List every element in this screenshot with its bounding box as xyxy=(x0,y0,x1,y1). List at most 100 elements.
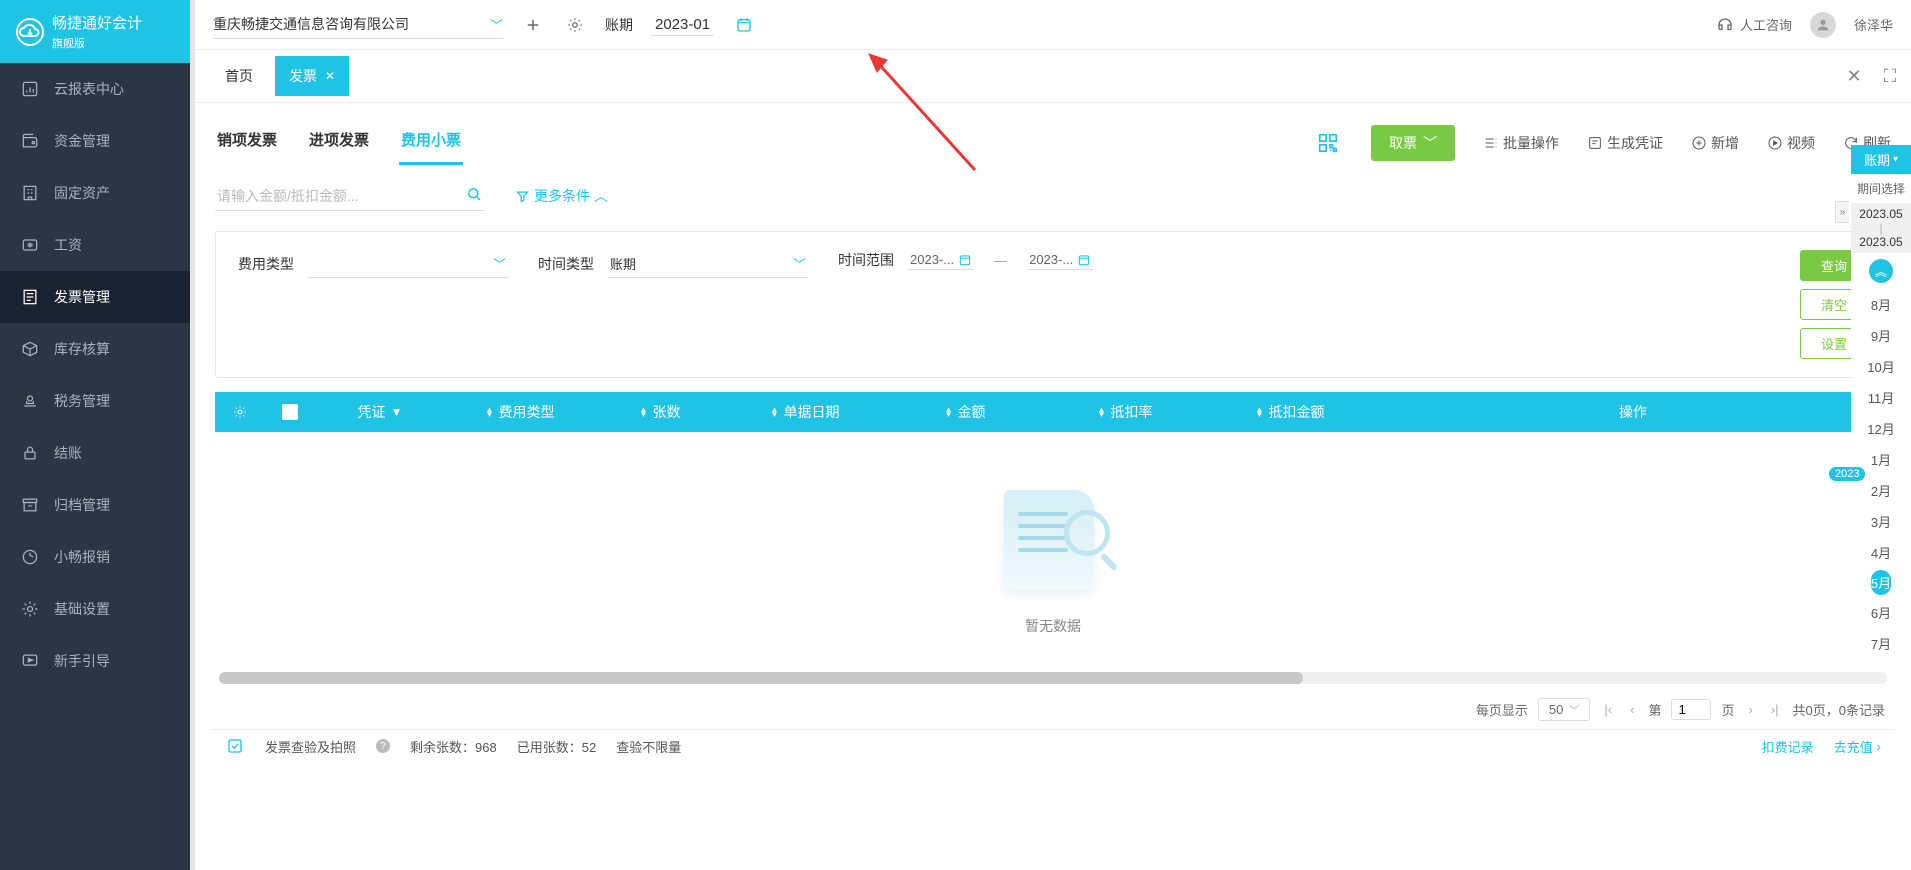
rail-month[interactable]: 4月 xyxy=(1851,537,1911,568)
time-type-select[interactable]: 账期 ﹀ xyxy=(608,250,808,278)
col-count[interactable]: ▲▼ 张数 xyxy=(595,402,725,422)
more-filters-toggle[interactable]: 更多条件 ︿ xyxy=(515,186,608,206)
col-label: 费用类型 xyxy=(498,402,554,422)
tab-home[interactable]: 首页 xyxy=(209,52,269,100)
select-all-checkbox[interactable] xyxy=(265,404,315,420)
fullscreen-button[interactable]: ⛶ xyxy=(1877,63,1903,89)
sort-icon[interactable]: ▲▼ xyxy=(1256,407,1264,417)
add-button[interactable]: 新增 xyxy=(1691,133,1739,153)
unlimited-label: 查验不限量 xyxy=(616,737,681,756)
col-deduct-rate[interactable]: ▲▼ 抵扣率 xyxy=(1045,402,1205,422)
sort-icon[interactable]: ▲▼ xyxy=(771,407,779,417)
action-label: 生成凭证 xyxy=(1607,133,1663,153)
remain-value: 968 xyxy=(475,740,497,755)
gen-voucher-button[interactable]: 生成凭证 xyxy=(1587,133,1663,153)
sidebar-item-reports[interactable]: 云报表中心 xyxy=(0,63,190,115)
rail-month[interactable]: 9月 xyxy=(1851,320,1911,351)
date-value: 2023-... xyxy=(910,252,954,267)
col-deduct-amount[interactable]: ▲▼ 抵扣金额 xyxy=(1205,402,1375,422)
sort-icon[interactable]: ▲▼ xyxy=(1098,407,1106,417)
fetch-invoice-button[interactable]: 取票 ﹀ xyxy=(1371,125,1455,161)
horizontal-scrollbar[interactable] xyxy=(219,672,1887,684)
username[interactable]: 徐泽华 xyxy=(1854,15,1893,34)
video-button[interactable]: 视频 xyxy=(1767,133,1815,153)
rail-month[interactable]: 8月 xyxy=(1851,289,1911,320)
sidebar-item-settings[interactable]: 基础设置 xyxy=(0,583,190,635)
sidebar-item-label: 新手引导 xyxy=(54,651,110,671)
prev-page-button[interactable]: ‹ xyxy=(1626,702,1638,717)
rail-month[interactable]: 10月 xyxy=(1851,351,1911,382)
sidebar-item-assets[interactable]: 固定资产 xyxy=(0,167,190,219)
column-settings[interactable] xyxy=(215,404,265,420)
subtab-input-invoice[interactable]: 进项发票 xyxy=(307,121,371,165)
box-icon xyxy=(20,339,40,359)
sidebar-item-expense[interactable]: 小畅报销 xyxy=(0,531,190,583)
empty-illustration xyxy=(988,472,1118,602)
rail-month[interactable]: 7月 xyxy=(1851,628,1911,659)
per-page-select[interactable]: 50 ﹀ xyxy=(1538,698,1590,721)
rail-month[interactable]: 6月 xyxy=(1851,597,1911,628)
filter-icon[interactable]: ▼ xyxy=(391,405,403,419)
sidebar-item-guide[interactable]: 新手引导 xyxy=(0,635,190,687)
rail-month[interactable]: 11月 xyxy=(1851,382,1911,413)
avatar[interactable] xyxy=(1810,12,1836,38)
lock-icon xyxy=(20,443,40,463)
sort-icon[interactable]: ▲▼ xyxy=(945,407,953,417)
sidebar-item-label: 资金管理 xyxy=(54,131,110,151)
sidebar-item-archive[interactable]: 归档管理 xyxy=(0,479,190,531)
per-page-value: 50 xyxy=(1549,702,1563,717)
add-company-button[interactable] xyxy=(521,13,545,37)
sidebar-item-funds[interactable]: 资金管理 xyxy=(0,115,190,167)
rail-month[interactable]: 3月 xyxy=(1851,506,1911,537)
tab-invoice[interactable]: 发票 ✕ xyxy=(275,56,349,96)
date-from[interactable]: 2023-... xyxy=(908,250,974,270)
recharge-link[interactable]: 去充值 › xyxy=(1834,737,1881,756)
sidebar-item-closing[interactable]: 结账 xyxy=(0,427,190,479)
last-page-button[interactable]: ›| xyxy=(1767,702,1783,717)
sidebar-item-tax[interactable]: 税务管理 xyxy=(0,375,190,427)
help-icon[interactable]: ? xyxy=(376,739,390,753)
subtab-expense-receipt[interactable]: 费用小票 xyxy=(399,121,463,165)
sidebar-item-label: 基础设置 xyxy=(54,599,110,619)
col-ops: 操作 xyxy=(1375,402,1891,422)
rail-collapse-button[interactable]: ︽ xyxy=(1869,259,1893,283)
gear-icon xyxy=(20,599,40,619)
rail-header[interactable]: 账期 ▾ xyxy=(1851,145,1911,174)
sidebar-item-salary[interactable]: 工资 xyxy=(0,219,190,271)
date-to[interactable]: 2023-... xyxy=(1027,250,1093,270)
support-link[interactable]: 人工咨询 xyxy=(1716,15,1792,34)
sidebar-item-inventory[interactable]: 库存核算 xyxy=(0,323,190,375)
sidebar-item-invoice[interactable]: 发票管理 xyxy=(0,271,190,323)
play-icon xyxy=(20,651,40,671)
search-icon[interactable] xyxy=(465,185,483,206)
col-cost-type[interactable]: ▲▼ 费用类型 xyxy=(445,402,595,422)
subtab-output-invoice[interactable]: 销项发票 xyxy=(215,121,279,165)
page-input[interactable] xyxy=(1671,699,1711,720)
col-amount[interactable]: ▲▼ 金额 xyxy=(885,402,1045,422)
topbar: 重庆畅捷交通信息咨询有限公司 ﹀ 账期 2023-01 人工咨询 徐泽华 xyxy=(195,0,1911,50)
sort-icon[interactable]: ▲▼ xyxy=(486,407,494,417)
close-all-button[interactable]: ✕ xyxy=(1841,63,1867,89)
rail-expand-button[interactable]: » xyxy=(1835,201,1849,223)
qr-icon[interactable] xyxy=(1313,128,1343,158)
next-page-button[interactable]: › xyxy=(1744,702,1756,717)
settings-button[interactable] xyxy=(563,13,587,37)
rail-month[interactable]: 12月 xyxy=(1851,413,1911,444)
fee-log-link[interactable]: 扣费记录 xyxy=(1762,737,1814,756)
batch-ops-button[interactable]: 批量操作 xyxy=(1483,133,1559,153)
col-voucher[interactable]: 凭证 ▼ xyxy=(315,402,445,422)
calendar-icon[interactable] xyxy=(732,13,756,37)
sort-icon[interactable]: ▲▼ xyxy=(640,407,648,417)
search-input[interactable] xyxy=(217,188,465,204)
first-page-button[interactable]: |‹ xyxy=(1600,702,1616,717)
cost-type-select[interactable]: ﹀ xyxy=(308,250,508,278)
period-value[interactable]: 2023-01 xyxy=(651,14,714,36)
footer: 发票查验及拍照 ? 剩余张数：968 已用张数：52 查验不限量 扣费记录 去充… xyxy=(211,729,1895,762)
main-area: 重庆畅捷交通信息咨询有限公司 ﹀ 账期 2023-01 人工咨询 徐泽华 xyxy=(195,0,1911,870)
sidebar-item-label: 工资 xyxy=(54,235,82,255)
company-selector[interactable]: 重庆畅捷交通信息咨询有限公司 ﹀ xyxy=(213,10,503,39)
col-label: 张数 xyxy=(652,402,680,422)
close-icon[interactable]: ✕ xyxy=(325,69,335,83)
col-doc-date[interactable]: ▲▼ 单据日期 xyxy=(725,402,885,422)
rail-month-current[interactable]: 5月 xyxy=(1871,570,1891,595)
